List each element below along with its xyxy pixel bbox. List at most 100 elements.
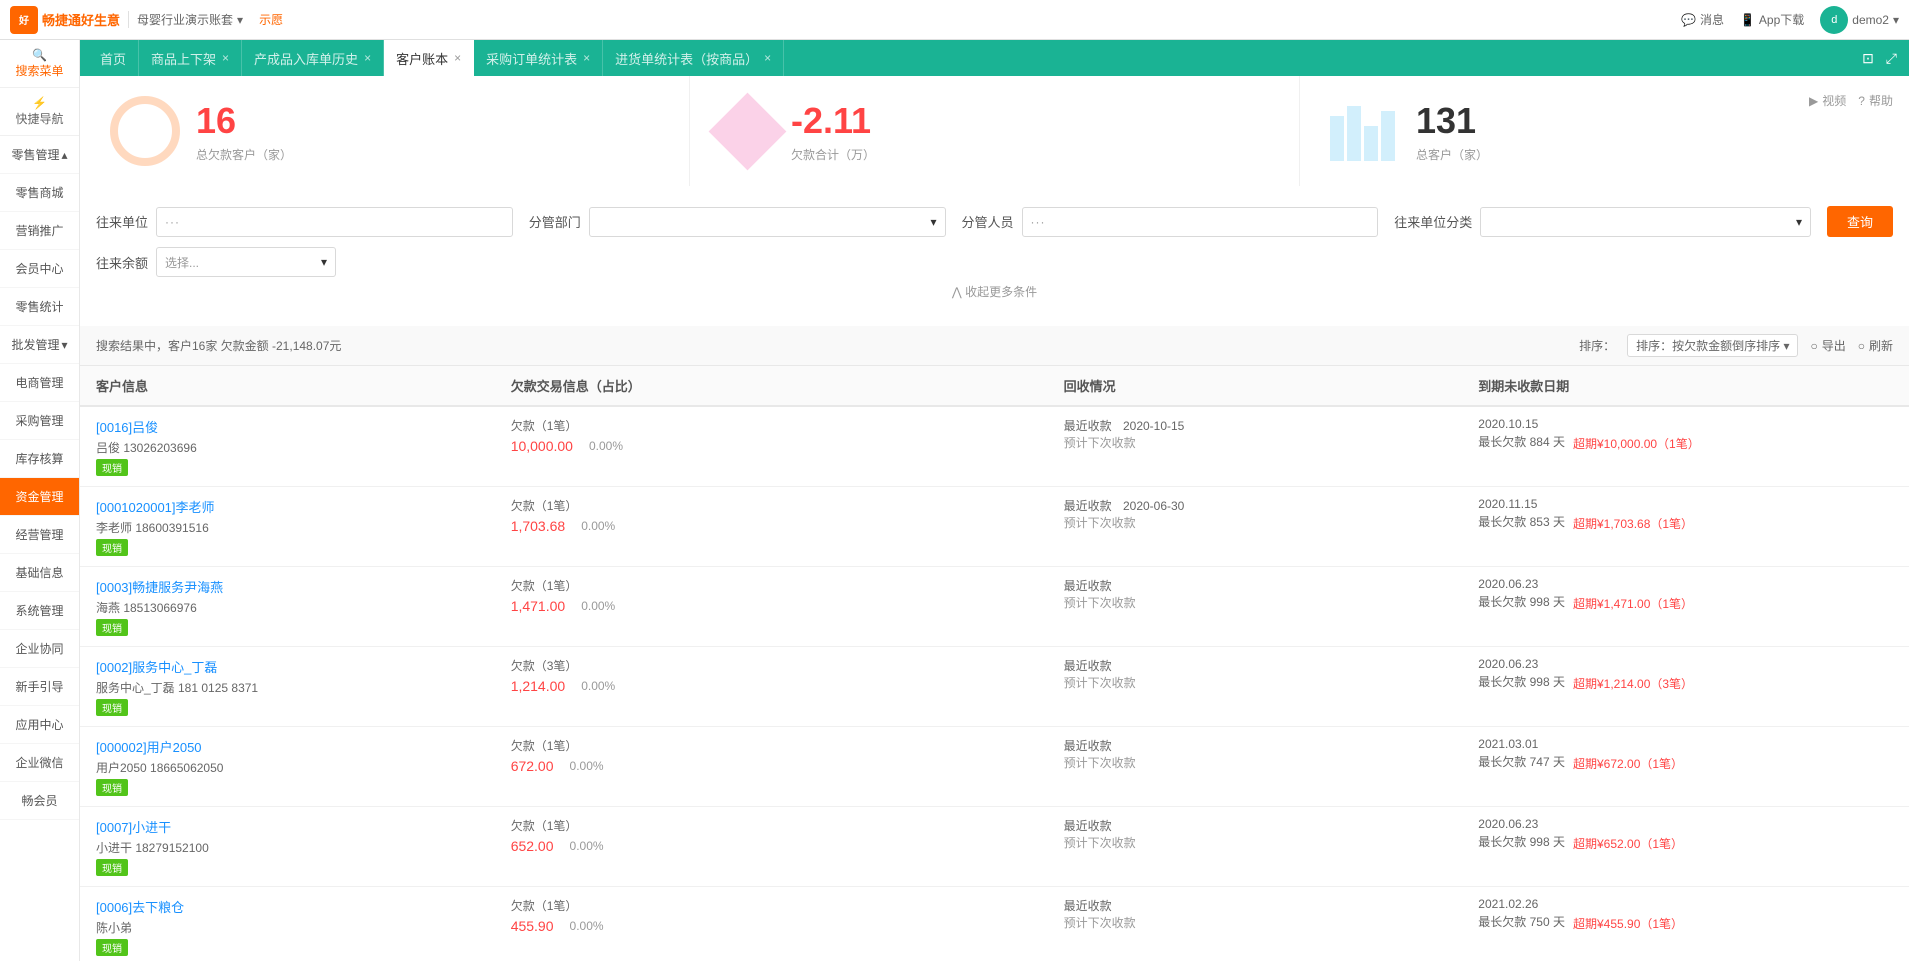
debt-amount: 455.90 [511,918,554,934]
customer-name-link[interactable]: [000002]用户2050 [96,737,511,756]
sidebar-item-wholesale-management[interactable]: 批发管理 ▾ [0,326,79,364]
sidebar-item-system[interactable]: 系统管理 [0,592,79,630]
sidebar-item-marketing[interactable]: 营销推广 [0,212,79,250]
sidebar-item-new-guide[interactable]: 新手引导 [0,668,79,706]
customer-name-link[interactable]: [0016]吕俊 [96,417,511,436]
message-button[interactable]: 💬 消息 [1681,11,1724,28]
close-icon[interactable]: × [222,51,229,65]
customer-name-link[interactable]: [0007]小进干 [96,817,511,836]
close-icon[interactable]: × [764,51,771,65]
balance-select[interactable]: 选择... ▾ [156,247,336,277]
app-download-label: App下载 [1759,11,1804,28]
sidebar-item-retail-mall[interactable]: 零售商城 [0,174,79,212]
video-button[interactable]: ▶ 视频 [1809,92,1846,109]
store-selector[interactable]: 母婴行业演示账套 ▾ [128,11,251,28]
stat-label-overdue-customers: 总欠款客户（家） [196,146,659,163]
overdue-date: 2020.06.23 [1478,817,1893,831]
sidebar-item-member-plus[interactable]: 畅会员 [0,782,79,820]
chevron-down-icon: ▾ [237,13,243,27]
video-icon: ▶ [1809,94,1818,108]
sort-select[interactable]: 排序：按欠款金额倒序排序 ▾ [1627,334,1798,357]
sidebar-item-members[interactable]: 会员中心 [0,250,79,288]
customer-name-link[interactable]: [0002]服务中心_丁磊 [96,657,511,676]
tab-customer-ledger[interactable]: 客户账本 × [384,40,474,76]
sidebar-item-purchasing[interactable]: 采购管理 [0,402,79,440]
debt-amount: 652.00 [511,838,554,854]
sidebar-item-label: 零售商城 [15,186,63,200]
overdue-amount[interactable]: 超期¥1,471.00（1笔） [1573,595,1693,612]
sidebar-item-label: 会员中心 [15,262,63,276]
recovery-next: 预计下次收款 [1064,434,1479,451]
recovery-next: 预计下次收款 [1064,754,1479,771]
quick-nav-label: 快捷导航 [8,110,71,127]
sidebar-item-basic-info[interactable]: 基础信息 [0,554,79,592]
search-button[interactable]: 查询 [1827,206,1893,237]
nav-text[interactable]: 示愿 [259,11,283,28]
overdue-amount[interactable]: 超期¥1,703.68（1笔） [1573,515,1693,532]
app-download-button[interactable]: 📱 App下载 [1740,11,1804,28]
sidebar-item-retail-stats[interactable]: 零售统计 [0,288,79,326]
filter-person: 分管人员 ··· [962,207,1379,237]
department-select[interactable]: ▾ [589,207,946,237]
collapse-filters-button[interactable]: ⋀ 收起更多条件 [96,277,1893,306]
overdue-amount[interactable]: 超期¥652.00（1笔） [1573,835,1683,852]
customer-name-link[interactable]: [0001020001]李老师 [96,497,511,516]
tab-purchase-order-stats[interactable]: 采购订单统计表 × [474,40,603,76]
sidebar: 🔍 搜索菜单 ⚡ 快捷导航 零售管理 ▴ 零售商城 营销推广 会员中心 零售统计 [0,40,80,961]
close-icon[interactable]: × [583,51,590,65]
tab-action-restore[interactable]: ⊡ [1858,50,1878,67]
tab-action-fullscreen[interactable]: ⤢ [1882,50,1901,67]
overdue-amount[interactable]: 超期¥1,214.00（3笔） [1573,675,1693,692]
tab-bar: 首页 商品上下架 × 产成品入库单历史 × 客户账本 × 采购订单统计表 × [80,40,1909,76]
recovery-last: 最近收款 [1064,897,1479,914]
tab-purchase-stats-by-product[interactable]: 进货单统计表（按商品） × [603,40,784,76]
results-summary: 搜索结果中，客户16家 欠款金额 -21,148.07元 [96,337,341,354]
sidebar-item-wechat[interactable]: 企业微信 [0,744,79,782]
sidebar-item-collaboration[interactable]: 企业协同 [0,630,79,668]
results-bar: 搜索结果中，客户16家 欠款金额 -21,148.07元 排序： 排序：按欠款金… [80,326,1909,366]
sidebar-item-operations[interactable]: 经营管理 [0,516,79,554]
overdue-amount[interactable]: 超期¥10,000.00（1笔） [1573,435,1700,452]
avatar: d [1820,6,1848,34]
table-header: 客户信息 欠款交易信息（占比） 回收情况 到期未收款日期 [80,366,1909,407]
user-menu[interactable]: d demo2 ▾ [1820,6,1899,34]
refresh-button[interactable]: ○ 刷新 [1858,337,1893,354]
customer-name-link[interactable]: [0006]去下粮仓 [96,897,511,916]
sidebar-item-label: 经营管理 [15,528,63,542]
sidebar-item-finance[interactable]: 资金管理 [0,478,79,516]
sidebar-item-label: 资金管理 [15,490,63,504]
tab-product-listing[interactable]: 商品上下架 × [139,40,242,76]
sidebar-item-ecommerce[interactable]: 电商管理 [0,364,79,402]
overdue-amount[interactable]: 超期¥455.90（1笔） [1573,915,1683,932]
filter-balance: 往来余额 选择... ▾ [96,247,1893,277]
export-button[interactable]: ○ 导出 [1810,337,1845,354]
user-chevron-icon: ▾ [1893,13,1899,27]
sidebar-item-retail-management[interactable]: 零售管理 ▴ [0,136,79,174]
user-name: demo2 [1852,13,1889,27]
stat-label-total-customers: 总客户（家） [1416,146,1879,163]
close-icon[interactable]: × [454,51,461,65]
tab-home[interactable]: 首页 [88,40,139,76]
filter-source-unit-label: 往来单位 [96,212,148,231]
quick-nav-button[interactable]: ⚡ 快捷导航 [0,88,79,136]
person-input[interactable]: ··· [1022,207,1379,237]
debt-ratio: 0.00% [581,519,615,533]
source-category-select[interactable]: ▾ [1480,207,1811,237]
recovery-next: 预计下次收款 [1064,514,1479,531]
overdue-days: 最长欠款 747 天 [1478,753,1565,770]
sidebar-item-app-center[interactable]: 应用中心 [0,706,79,744]
help-button[interactable]: ? 帮助 [1858,92,1893,109]
customer-phone: 服务中心_丁磊 181 0125 8371 [96,679,511,696]
sidebar-item-label: 电商管理 [15,376,63,390]
overdue-date: 2020.06.23 [1478,657,1893,671]
stat-card-overdue-customers: 16 总欠款客户（家） [80,76,690,186]
source-unit-input[interactable]: ··· [156,207,513,237]
recovery-last: 最近收款 [1064,737,1479,754]
customer-tag: 现销 [96,619,128,636]
overdue-amount[interactable]: 超期¥672.00（1笔） [1573,755,1683,772]
customer-name-link[interactable]: [0003]畅捷服务尹海燕 [96,577,511,596]
tab-product-inbound-history[interactable]: 产成品入库单历史 × [242,40,384,76]
close-icon[interactable]: × [364,51,371,65]
search-menu-button[interactable]: 🔍 搜索菜单 [0,40,79,88]
sidebar-item-inventory[interactable]: 库存核算 [0,440,79,478]
